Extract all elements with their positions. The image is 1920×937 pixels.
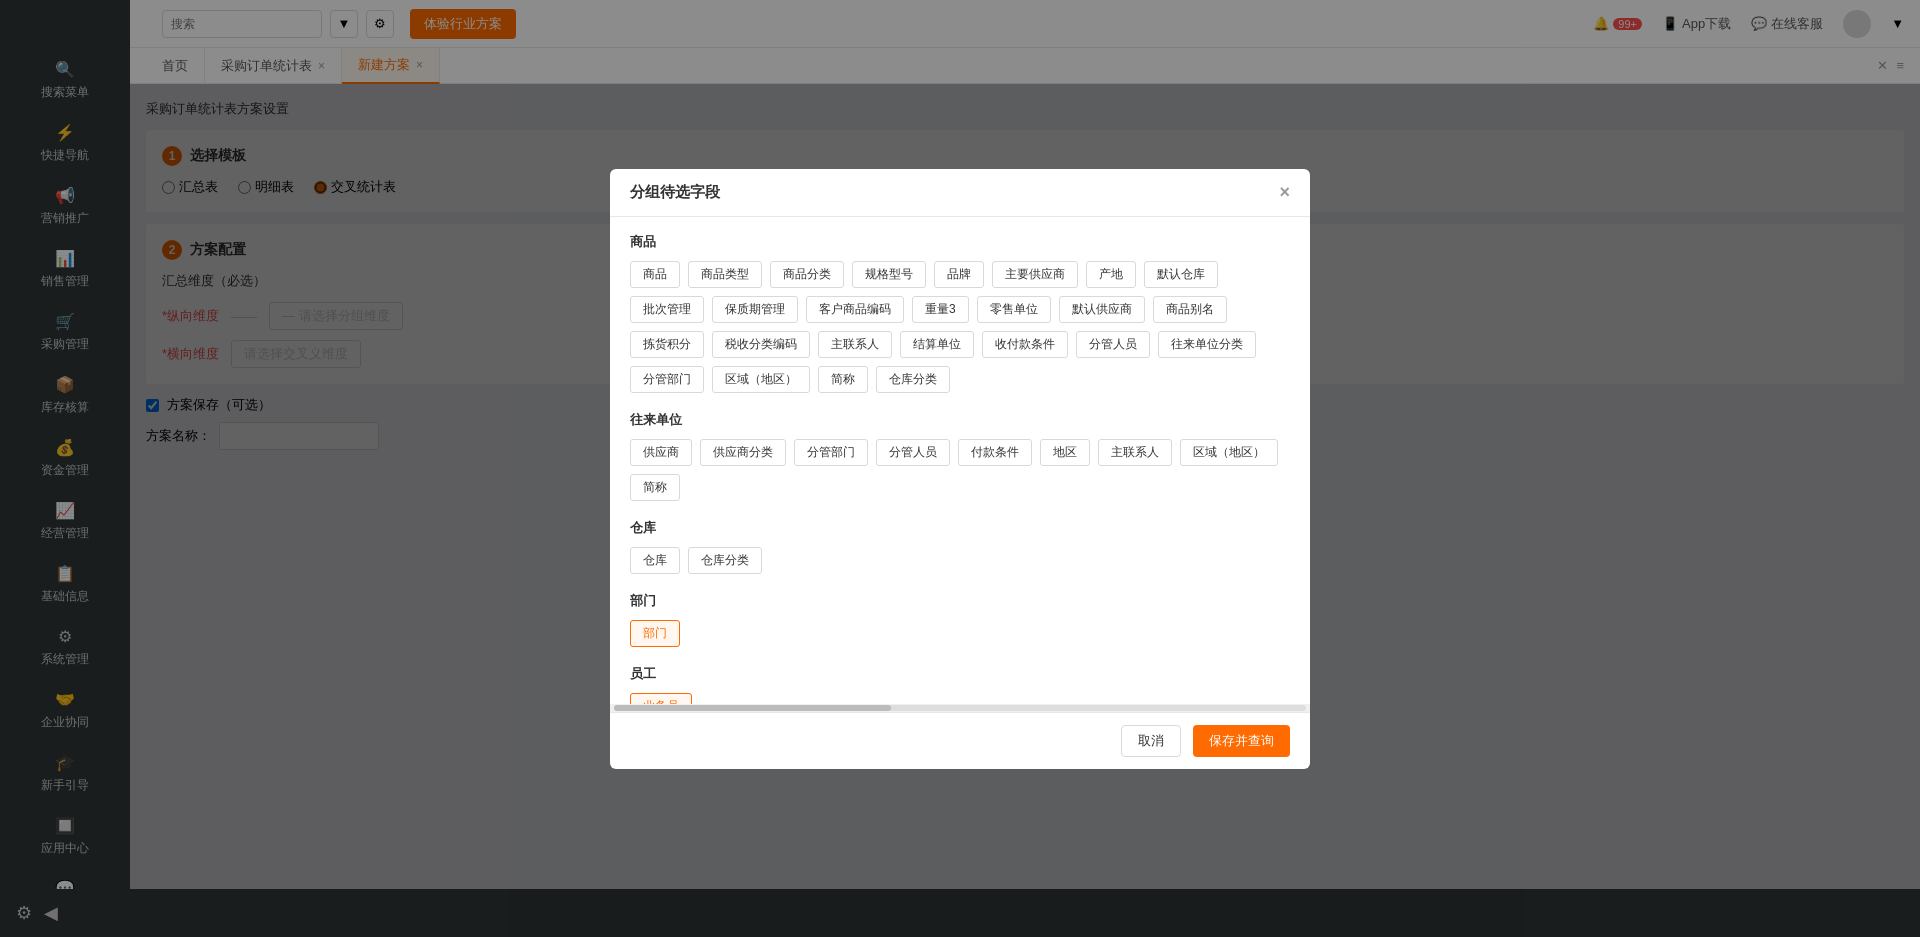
- section-partner-tags: 供应商 供应商分类 分管部门 分管人员 付款条件 地区 主联系人 区域（地区） …: [630, 439, 1290, 501]
- tag-region[interactable]: 区域（地区）: [712, 366, 810, 393]
- tag-product[interactable]: 商品: [630, 261, 680, 288]
- tag-region3[interactable]: 区域（地区）: [1180, 439, 1278, 466]
- section-product-title: 商品: [630, 233, 1290, 251]
- confirm-button[interactable]: 保存并查询: [1193, 725, 1290, 757]
- tag-short-name2[interactable]: 简称: [630, 474, 680, 501]
- tag-tax-code[interactable]: 税收分类编码: [712, 331, 810, 358]
- tag-brand[interactable]: 品牌: [934, 261, 984, 288]
- tag-mgmt-dept[interactable]: 分管部门: [794, 439, 868, 466]
- dialog-header: 分组待选字段 ×: [610, 169, 1310, 217]
- tag-partner-category[interactable]: 往来单位分类: [1158, 331, 1256, 358]
- scrollbar-thumb: [614, 705, 891, 711]
- section-employee-title: 员工: [630, 665, 1290, 683]
- tag-product-type[interactable]: 商品类型: [688, 261, 762, 288]
- section-employee-tags: 业务员: [630, 693, 1290, 705]
- dialog-body[interactable]: 商品 商品 商品类型 商品分类 规格型号 品牌 主要供应商 产地 默认仓库 批次…: [610, 217, 1310, 705]
- tag-expiry-mgmt[interactable]: 保质期管理: [712, 296, 798, 323]
- dialog-title: 分组待选字段: [630, 183, 720, 202]
- tag-default-warehouse[interactable]: 默认仓库: [1144, 261, 1218, 288]
- tag-settle-unit[interactable]: 结算单位: [900, 331, 974, 358]
- tag-main-contact2[interactable]: 主联系人: [1098, 439, 1172, 466]
- tag-main-supplier[interactable]: 主要供应商: [992, 261, 1078, 288]
- section-warehouse: 仓库 仓库 仓库分类: [630, 519, 1290, 574]
- tag-origin[interactable]: 产地: [1086, 261, 1136, 288]
- section-employee: 员工 业务员: [630, 665, 1290, 705]
- dialog-close-button[interactable]: ×: [1279, 183, 1290, 201]
- dialog: 分组待选字段 × 商品 商品 商品类型 商品分类 规格型号 品牌 主要供应商 产…: [610, 169, 1310, 769]
- horizontal-scrollbar[interactable]: [614, 705, 1306, 711]
- cancel-button[interactable]: 取消: [1121, 725, 1181, 757]
- section-dept-title: 部门: [630, 592, 1290, 610]
- tag-main-contact[interactable]: 主联系人: [818, 331, 892, 358]
- section-warehouse-tags: 仓库 仓库分类: [630, 547, 1290, 574]
- tag-dept[interactable]: 分管部门: [630, 366, 704, 393]
- tag-alias[interactable]: 商品别名: [1153, 296, 1227, 323]
- dialog-scrollbar[interactable]: [610, 704, 1310, 711]
- tag-region2[interactable]: 地区: [1040, 439, 1090, 466]
- tag-short-name[interactable]: 简称: [818, 366, 868, 393]
- tag-weight[interactable]: 重量3: [912, 296, 969, 323]
- tag-warehouse-cat[interactable]: 仓库分类: [876, 366, 950, 393]
- section-product: 商品 商品 商品类型 商品分类 规格型号 品牌 主要供应商 产地 默认仓库 批次…: [630, 233, 1290, 393]
- tag-salesperson[interactable]: 业务员: [630, 693, 692, 705]
- tag-customer-code[interactable]: 客户商品编码: [806, 296, 904, 323]
- tag-mgmt-person[interactable]: 分管人员: [876, 439, 950, 466]
- tag-batch-mgmt[interactable]: 批次管理: [630, 296, 704, 323]
- tag-supplier[interactable]: 供应商: [630, 439, 692, 466]
- tag-spec-model[interactable]: 规格型号: [852, 261, 926, 288]
- section-dept: 部门 部门: [630, 592, 1290, 647]
- tag-default-supplier[interactable]: 默认供应商: [1059, 296, 1145, 323]
- section-warehouse-title: 仓库: [630, 519, 1290, 537]
- tag-payment-cond[interactable]: 付款条件: [958, 439, 1032, 466]
- tag-product-category[interactable]: 商品分类: [770, 261, 844, 288]
- tag-pick-score[interactable]: 拣货积分: [630, 331, 704, 358]
- dialog-footer: 取消 保存并查询: [610, 712, 1310, 769]
- tag-department[interactable]: 部门: [630, 620, 680, 647]
- tag-payment-terms[interactable]: 收付款条件: [982, 331, 1068, 358]
- tag-supplier-cat[interactable]: 供应商分类: [700, 439, 786, 466]
- tag-admin[interactable]: 分管人员: [1076, 331, 1150, 358]
- section-partner-title: 往来单位: [630, 411, 1290, 429]
- section-product-tags: 商品 商品类型 商品分类 规格型号 品牌 主要供应商 产地 默认仓库 批次管理 …: [630, 261, 1290, 393]
- tag-retail-unit[interactable]: 零售单位: [977, 296, 1051, 323]
- section-dept-tags: 部门: [630, 620, 1290, 647]
- tag-warehouse[interactable]: 仓库: [630, 547, 680, 574]
- section-partner: 往来单位 供应商 供应商分类 分管部门 分管人员 付款条件 地区 主联系人 区域…: [630, 411, 1290, 501]
- tag-warehouse-category[interactable]: 仓库分类: [688, 547, 762, 574]
